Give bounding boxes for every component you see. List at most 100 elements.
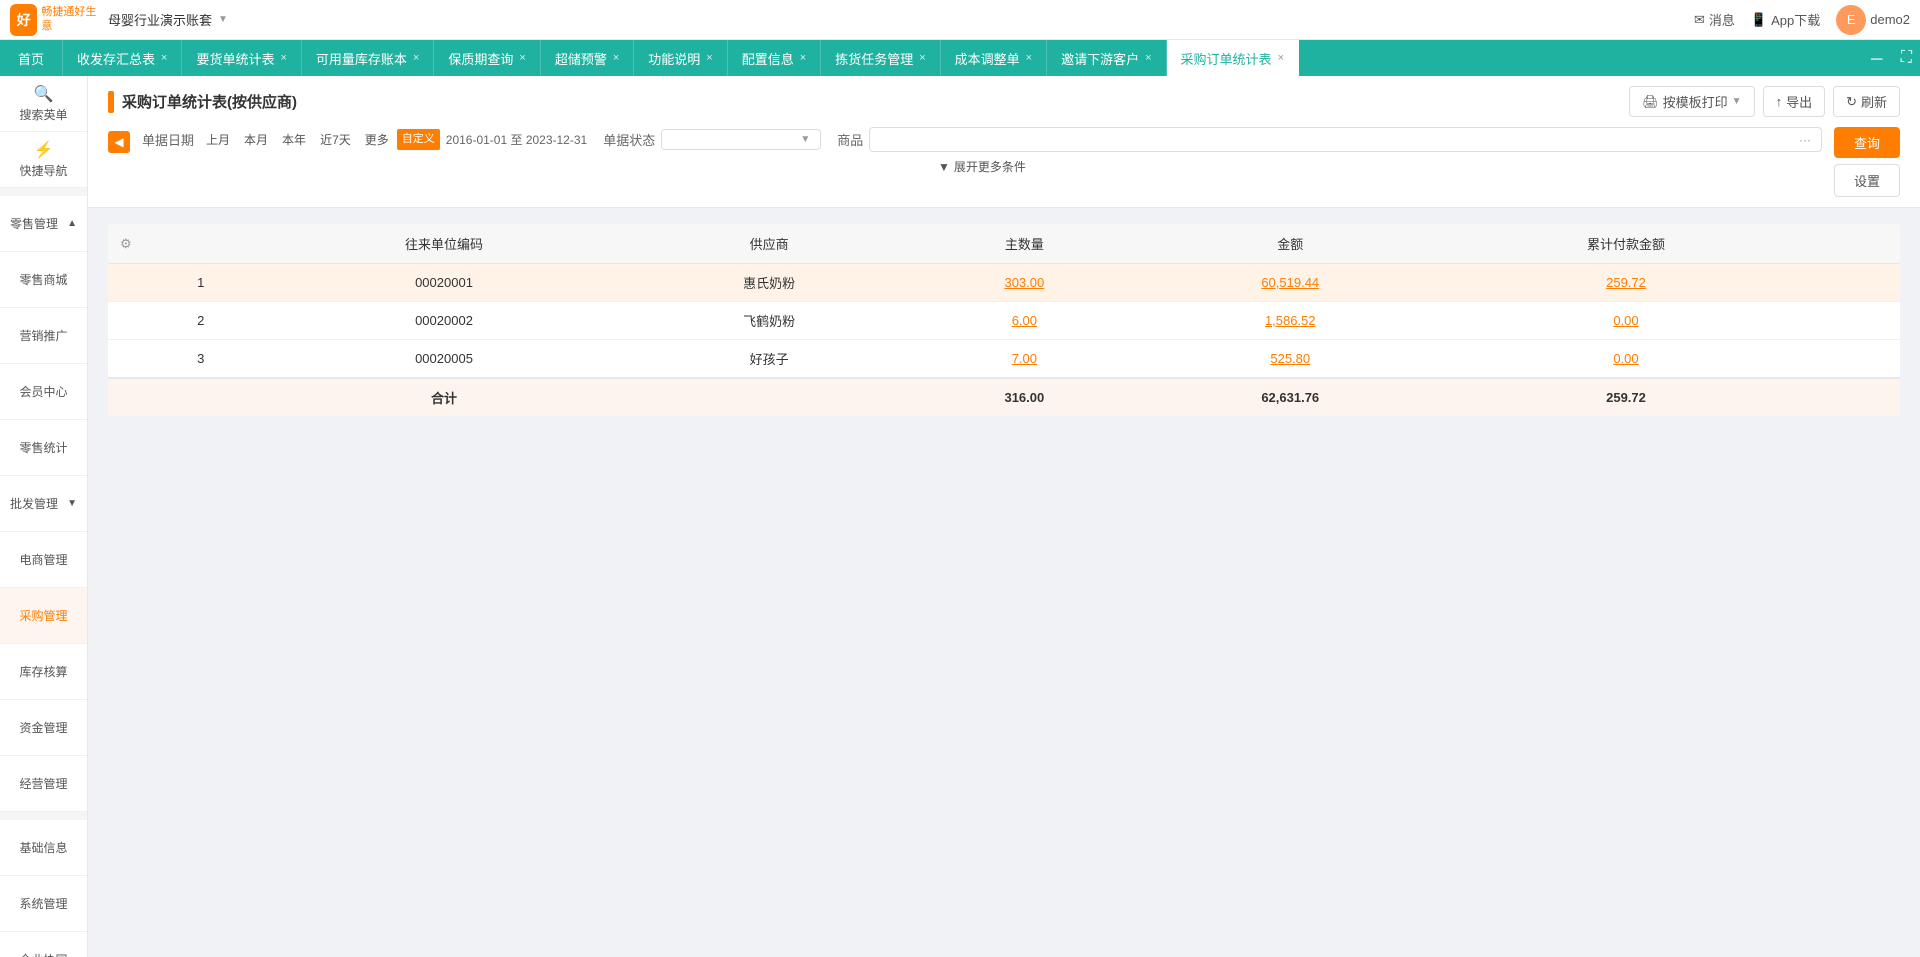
tab-label: 邀请下游客户 (1061, 49, 1139, 68)
tab-close-icon[interactable]: × (161, 52, 167, 64)
sidebar-item-collab[interactable]: 企业协同 (0, 932, 87, 957)
col-settings: ⚙ (108, 224, 144, 264)
print-icon: 🖨 (1642, 94, 1659, 110)
sidebar-item-label: 基础信息 (19, 839, 67, 856)
tab-close-icon[interactable]: × (280, 52, 286, 64)
tab-close-icon[interactable]: × (1278, 52, 1284, 64)
row-index: 1 (144, 264, 258, 302)
filter-bar: ◀ 单据日期 上月 本月 本年 近7天 更多 (108, 127, 1900, 207)
quantity-link[interactable]: 7.00 (1012, 351, 1037, 366)
sidebar-item-label: 零售管理 (10, 215, 58, 232)
sidebar-item-label: 资金管理 (19, 719, 67, 736)
row-index: 2 (144, 302, 258, 340)
sidebar-item-wholesale-mgmt[interactable]: 批发管理 ▼ (0, 476, 87, 532)
filter-collapse-icon[interactable]: ◀ (108, 131, 130, 153)
filter-toggle-btn[interactable]: ◀ (108, 131, 130, 153)
tab-invite[interactable]: 邀请下游客户 × (1047, 40, 1166, 76)
row-code: 00020001 (258, 264, 631, 302)
expand-more-button[interactable]: ▼ 展开更多条件 (938, 158, 1026, 175)
user-menu[interactable]: E demo2 (1836, 5, 1910, 35)
tab-fullscreen-button[interactable]: ⛶ (1893, 49, 1920, 67)
sidebar-item-retail-mgmt[interactable]: 零售管理 ▲ (0, 196, 87, 252)
tab-config[interactable]: 配置信息 × (728, 40, 821, 76)
tab-home[interactable]: 首页 (0, 40, 63, 76)
table-row: 3 00020005 好孩子 7.00 525.80 0.00 (108, 340, 1900, 379)
tab-close-icon[interactable]: × (1026, 52, 1032, 64)
tab-collapse-button[interactable]: － (1861, 46, 1893, 70)
tab-picking[interactable]: 拣货任务管理 × (821, 40, 940, 76)
col-extra (1812, 224, 1900, 264)
quantity-link[interactable]: 6.00 (1012, 313, 1037, 328)
sidebar-item-retail-shop[interactable]: 零售商城 (0, 252, 87, 308)
date-last-month[interactable]: 上月 (200, 129, 236, 150)
print-button[interactable]: 🖨 按模板打印 ▼ (1629, 86, 1754, 117)
gear-icon[interactable]: ⚙ (120, 236, 132, 251)
footer-quantity: 316.00 (908, 378, 1141, 417)
tab-close-icon[interactable]: × (413, 52, 419, 64)
date-this-month[interactable]: 本月 (238, 129, 274, 150)
status-select[interactable]: ▼ (661, 129, 821, 150)
sidebar-item-retail-stats[interactable]: 零售统计 (0, 420, 87, 476)
tab-expiry[interactable]: 保质期查询 × (434, 40, 540, 76)
paid-link[interactable]: 0.00 (1613, 351, 1638, 366)
sidebar-item-label: 搜索英单 (19, 106, 67, 123)
amount-link[interactable]: 1,586.52 (1265, 313, 1316, 328)
sidebar-item-purchase-mgmt[interactable]: 采购管理 (0, 588, 87, 644)
sidebar-item-label: 库存核算 (19, 663, 67, 680)
col-code: 往来单位编码 (258, 224, 631, 264)
amount-link[interactable]: 60,519.44 (1261, 275, 1319, 290)
tab-function[interactable]: 功能说明 × (634, 40, 727, 76)
sidebar-item-ecommerce[interactable]: 电商管理 (0, 532, 87, 588)
goods-more-icon[interactable]: ··· (1799, 133, 1811, 147)
sidebar-item-members[interactable]: 会员中心 (0, 364, 87, 420)
tab-close-icon[interactable]: × (706, 52, 712, 64)
refresh-button[interactable]: ↻ 刷新 (1833, 86, 1900, 117)
quantity-link[interactable]: 303.00 (1004, 275, 1044, 290)
date-more[interactable]: 更多 (359, 129, 395, 150)
date-this-year[interactable]: 本年 (276, 129, 312, 150)
paid-link[interactable]: 0.00 (1613, 313, 1638, 328)
amount-link[interactable]: 525.80 (1270, 351, 1310, 366)
workspace-arrow-icon: ▼ (218, 14, 228, 25)
tab-close-icon[interactable]: × (519, 52, 525, 64)
tab-close-icon[interactable]: × (613, 52, 619, 64)
export-button[interactable]: ↑ 导出 (1763, 86, 1826, 117)
tab-inventory-book[interactable]: 可用量库存账本 × (302, 40, 434, 76)
sidebar-item-label: 电商管理 (19, 551, 67, 568)
sidebar-item-marketing[interactable]: 营销推广 (0, 308, 87, 364)
data-table: ⚙ 往来单位编码 供应商 主数量 金额 累计付款金额 1 00020001 (108, 224, 1900, 417)
row-settings (108, 302, 144, 340)
sidebar-item-finance[interactable]: 资金管理 (0, 700, 87, 756)
date-7days[interactable]: 近7天 (314, 129, 357, 150)
settings-button[interactable]: 设置 (1834, 164, 1900, 197)
tab-collect-summary[interactable]: 收发存汇总表 × (63, 40, 182, 76)
sidebar-item-operations[interactable]: 经营管理 (0, 756, 87, 812)
query-button[interactable]: 查询 (1834, 127, 1900, 158)
sidebar-item-system[interactable]: 系统管理 (0, 876, 87, 932)
status-arrow-icon: ▼ (800, 134, 810, 145)
status-label: 单据状态 (603, 130, 655, 149)
tab-purchase-stats[interactable]: 采购订单统计表 × (1167, 40, 1299, 76)
goods-input[interactable] (880, 132, 1799, 147)
sidebar-item-basic-info[interactable]: 基础信息 (0, 820, 87, 876)
page-content: 采购订单统计表(按供应商) 🖨 按模板打印 ▼ ↑ 导出 ↻ 刷新 (88, 76, 1920, 957)
sidebar: 🔍 搜索英单 ⚡ 快捷导航 零售管理 ▲ 零售商城 营销推广 会员中心 零售统计… (0, 76, 88, 957)
sidebar-item-search[interactable]: 🔍 搜索英单 (0, 76, 87, 132)
tab-label: 要货单统计表 (196, 49, 274, 68)
tab-home-label: 首页 (18, 49, 44, 68)
date-range-text: 2016-01-01 至 2023-12-31 (446, 131, 587, 148)
tab-cost[interactable]: 成本调整单 × (941, 40, 1047, 76)
workspace-selector[interactable]: 母婴行业演示账套 ▼ (108, 10, 228, 29)
tab-close-icon[interactable]: × (1145, 52, 1151, 64)
app-download-button[interactable]: 📱 App下载 (1751, 10, 1820, 29)
tab-close-icon[interactable]: × (800, 52, 806, 64)
sidebar-item-quicknav[interactable]: ⚡ 快捷导航 (0, 132, 87, 188)
sidebar-item-inventory[interactable]: 库存核算 (0, 644, 87, 700)
message-button[interactable]: ✉ 消息 (1694, 10, 1735, 29)
lightning-icon: ⚡ (34, 140, 54, 160)
paid-link[interactable]: 259.72 (1606, 275, 1646, 290)
tab-label: 保质期查询 (448, 49, 513, 68)
tab-close-icon[interactable]: × (919, 52, 925, 64)
tab-overstock[interactable]: 超储预警 × (541, 40, 634, 76)
tab-order-stats[interactable]: 要货单统计表 × (182, 40, 301, 76)
